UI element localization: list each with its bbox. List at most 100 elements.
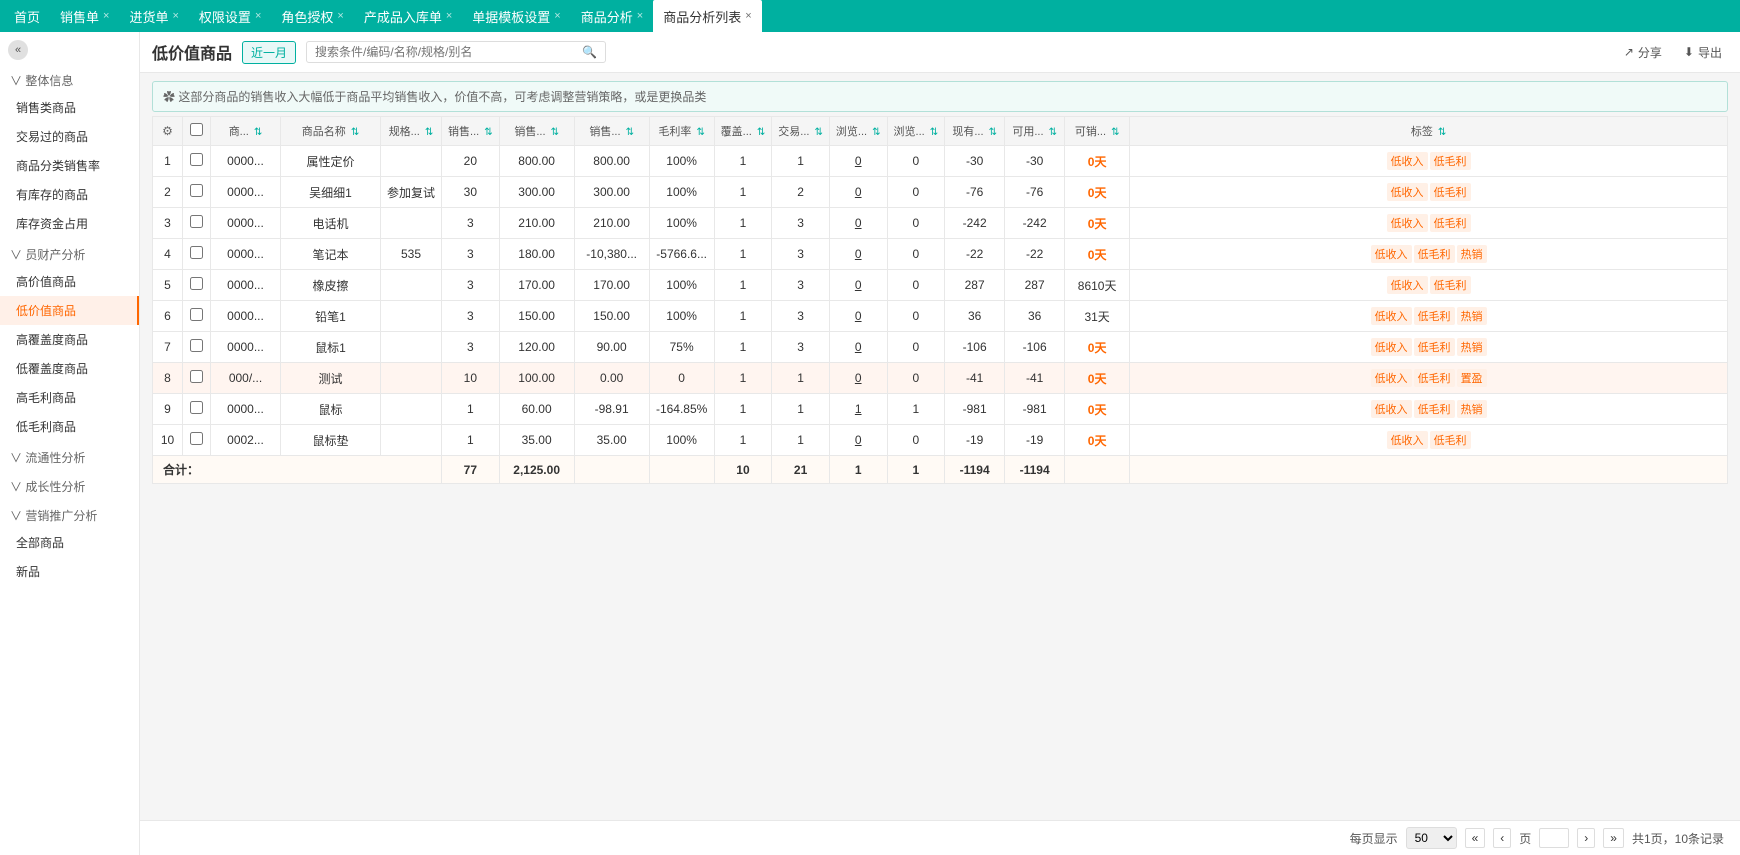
row-current: -30 [945, 146, 1005, 177]
nav-item-商品分析列表[interactable]: 商品分析列表× [653, 0, 761, 32]
row-checkbox[interactable] [183, 270, 211, 301]
nav-close-icon[interactable]: × [337, 10, 343, 22]
sidebar-item-高毛利商品[interactable]: 高毛利商品 [0, 383, 139, 412]
nav-close-icon[interactable]: × [255, 10, 261, 22]
sidebar-group-∨ 整体信息[interactable]: ∨ 整体信息 [0, 64, 139, 93]
nav-item-首页[interactable]: 首页 [4, 0, 50, 32]
col-spec[interactable]: 规格... ⇅ [381, 117, 442, 146]
footer-sale-amt: 2,125.00 [499, 456, 574, 484]
row-code: 0000... [211, 301, 281, 332]
sidebar-item-低价值商品[interactable]: 低价值商品 [0, 296, 139, 325]
col-gross-rate[interactable]: 毛利率 ⇅ [649, 117, 714, 146]
table-wrapper[interactable]: ⚙ 商... ⇅ 商品名称 ⇅ 规格... ⇅ 销售... ⇅ 销售... ⇅ … [152, 116, 1728, 820]
nav-item-进货单[interactable]: 进货单× [119, 0, 188, 32]
row-checkbox[interactable] [183, 394, 211, 425]
nav-item-权限设置[interactable]: 权限设置× [189, 0, 271, 32]
first-page-btn[interactable]: « [1465, 828, 1486, 848]
nav-item-单据模板设置[interactable]: 单据模板设置× [462, 0, 570, 32]
sidebar-group-∨ 流通性分析[interactable]: ∨ 流通性分析 [0, 441, 139, 470]
sidebar-item-有库存的商品[interactable]: 有库存的商品 [0, 180, 139, 209]
per-page-select[interactable]: 50 100 200 [1406, 827, 1457, 849]
col-sellable[interactable]: 可销... ⇅ [1065, 117, 1130, 146]
row-sale-profit: 800.00 [574, 146, 649, 177]
nav-close-icon[interactable]: × [745, 10, 751, 22]
sidebar-item-销售类商品[interactable]: 销售类商品 [0, 93, 139, 122]
sidebar-group-∨ 成长性分析[interactable]: ∨ 成长性分析 [0, 470, 139, 499]
row-checkbox[interactable] [183, 239, 211, 270]
sidebar-item-库存资金占用[interactable]: 库存资金占用 [0, 209, 139, 238]
sidebar-item-高覆盖度商品[interactable]: 高覆盖度商品 [0, 325, 139, 354]
row-sale-profit: 210.00 [574, 208, 649, 239]
sidebar-item-商品分类销售率[interactable]: 商品分类销售率 [0, 151, 139, 180]
row-checkbox[interactable] [183, 332, 211, 363]
col-tags[interactable]: 标签 ⇅ [1130, 117, 1728, 146]
nav-close-icon[interactable]: × [446, 10, 452, 22]
row-name: 电话机 [281, 208, 381, 239]
table-row: 90000...鼠标160.00-98.91-164.85%1111-981-9… [153, 394, 1728, 425]
nav-close-icon[interactable]: × [103, 10, 109, 22]
col-sale-amt[interactable]: 销售... ⇅ [499, 117, 574, 146]
col-current[interactable]: 现有... ⇅ [945, 117, 1005, 146]
row-trade: 1 [772, 146, 830, 177]
row-browse2: 0 [887, 239, 945, 270]
col-trade[interactable]: 交易... ⇅ [772, 117, 830, 146]
sidebar-group-∨ 营销推广分析[interactable]: ∨ 营销推广分析 [0, 499, 139, 528]
tag-低毛利: 低毛利 [1414, 400, 1455, 418]
row-checkbox[interactable] [183, 208, 211, 239]
row-sale-amt: 150.00 [499, 301, 574, 332]
col-browse1[interactable]: 浏览... ⇅ [829, 117, 887, 146]
row-gross-rate: 100% [649, 270, 714, 301]
export-button[interactable]: ⬇ 导出 [1678, 41, 1728, 64]
search-input[interactable] [315, 45, 576, 59]
row-tags: 低收入低毛利热销 [1130, 239, 1728, 270]
sidebar-item-全部商品[interactable]: 全部商品 [0, 528, 139, 557]
last-page-btn[interactable]: » [1603, 828, 1624, 848]
row-coverage: 1 [714, 394, 772, 425]
nav-item-销售单[interactable]: 销售单× [50, 0, 119, 32]
col-sale-profit[interactable]: 销售... ⇅ [574, 117, 649, 146]
sidebar-item-交易过的商品[interactable]: 交易过的商品 [0, 122, 139, 151]
col-checkbox[interactable] [183, 117, 211, 146]
sidebar-item-低毛利商品[interactable]: 低毛利商品 [0, 412, 139, 441]
sidebar-item-新品[interactable]: 新品 [0, 557, 139, 586]
sidebar-group-∨ 员财产分析[interactable]: ∨ 员财产分析 [0, 238, 139, 267]
row-sellable: 31天 [1065, 301, 1130, 332]
sidebar-item-低覆盖度商品[interactable]: 低覆盖度商品 [0, 354, 139, 383]
row-tags: 低收入低毛利热销 [1130, 301, 1728, 332]
row-browse2: 0 [887, 177, 945, 208]
col-code[interactable]: 商... ⇅ [211, 117, 281, 146]
row-checkbox[interactable] [183, 146, 211, 177]
sidebar-item-高价值商品[interactable]: 高价值商品 [0, 267, 139, 296]
prev-page-btn[interactable]: ‹ [1493, 828, 1511, 848]
nav-close-icon[interactable]: × [637, 10, 643, 22]
row-checkbox[interactable] [183, 363, 211, 394]
next-page-btn[interactable]: › [1577, 828, 1595, 848]
nav-item-商品分析[interactable]: 商品分析× [571, 0, 653, 32]
row-checkbox[interactable] [183, 301, 211, 332]
row-checkbox[interactable] [183, 425, 211, 456]
col-name[interactable]: 商品名称 ⇅ [281, 117, 381, 146]
table-row: 40000...笔记本5353180.00-10,380...-5766.6..… [153, 239, 1728, 270]
row-tags: 低收入低毛利热销 [1130, 332, 1728, 363]
share-button[interactable]: ↗ 分享 [1618, 41, 1668, 64]
col-coverage[interactable]: 覆盖... ⇅ [714, 117, 772, 146]
row-num: 3 [153, 208, 183, 239]
row-browse2: 0 [887, 332, 945, 363]
row-checkbox[interactable] [183, 177, 211, 208]
nav-close-icon[interactable]: × [554, 10, 560, 22]
col-sale-qty[interactable]: 销售... ⇅ [442, 117, 500, 146]
page-input[interactable]: 1 [1539, 828, 1569, 848]
time-tag[interactable]: 近一月 [242, 41, 296, 64]
col-browse2[interactable]: 浏览... ⇅ [887, 117, 945, 146]
nav-item-产成品入库单[interactable]: 产成品入库单× [354, 0, 462, 32]
nav-item-角色授权[interactable]: 角色授权× [271, 0, 353, 32]
nav-close-icon[interactable]: × [172, 10, 178, 22]
row-current: -41 [945, 363, 1005, 394]
search-icon[interactable]: 🔍 [582, 45, 597, 59]
sidebar-collapse-btn[interactable]: « [8, 40, 28, 60]
col-settings[interactable]: ⚙ [153, 117, 183, 146]
col-available[interactable]: 可用... ⇅ [1005, 117, 1065, 146]
row-sale-profit: -98.91 [574, 394, 649, 425]
footer-browse1: 1 [829, 456, 887, 484]
tag-低收入: 低收入 [1387, 183, 1428, 201]
